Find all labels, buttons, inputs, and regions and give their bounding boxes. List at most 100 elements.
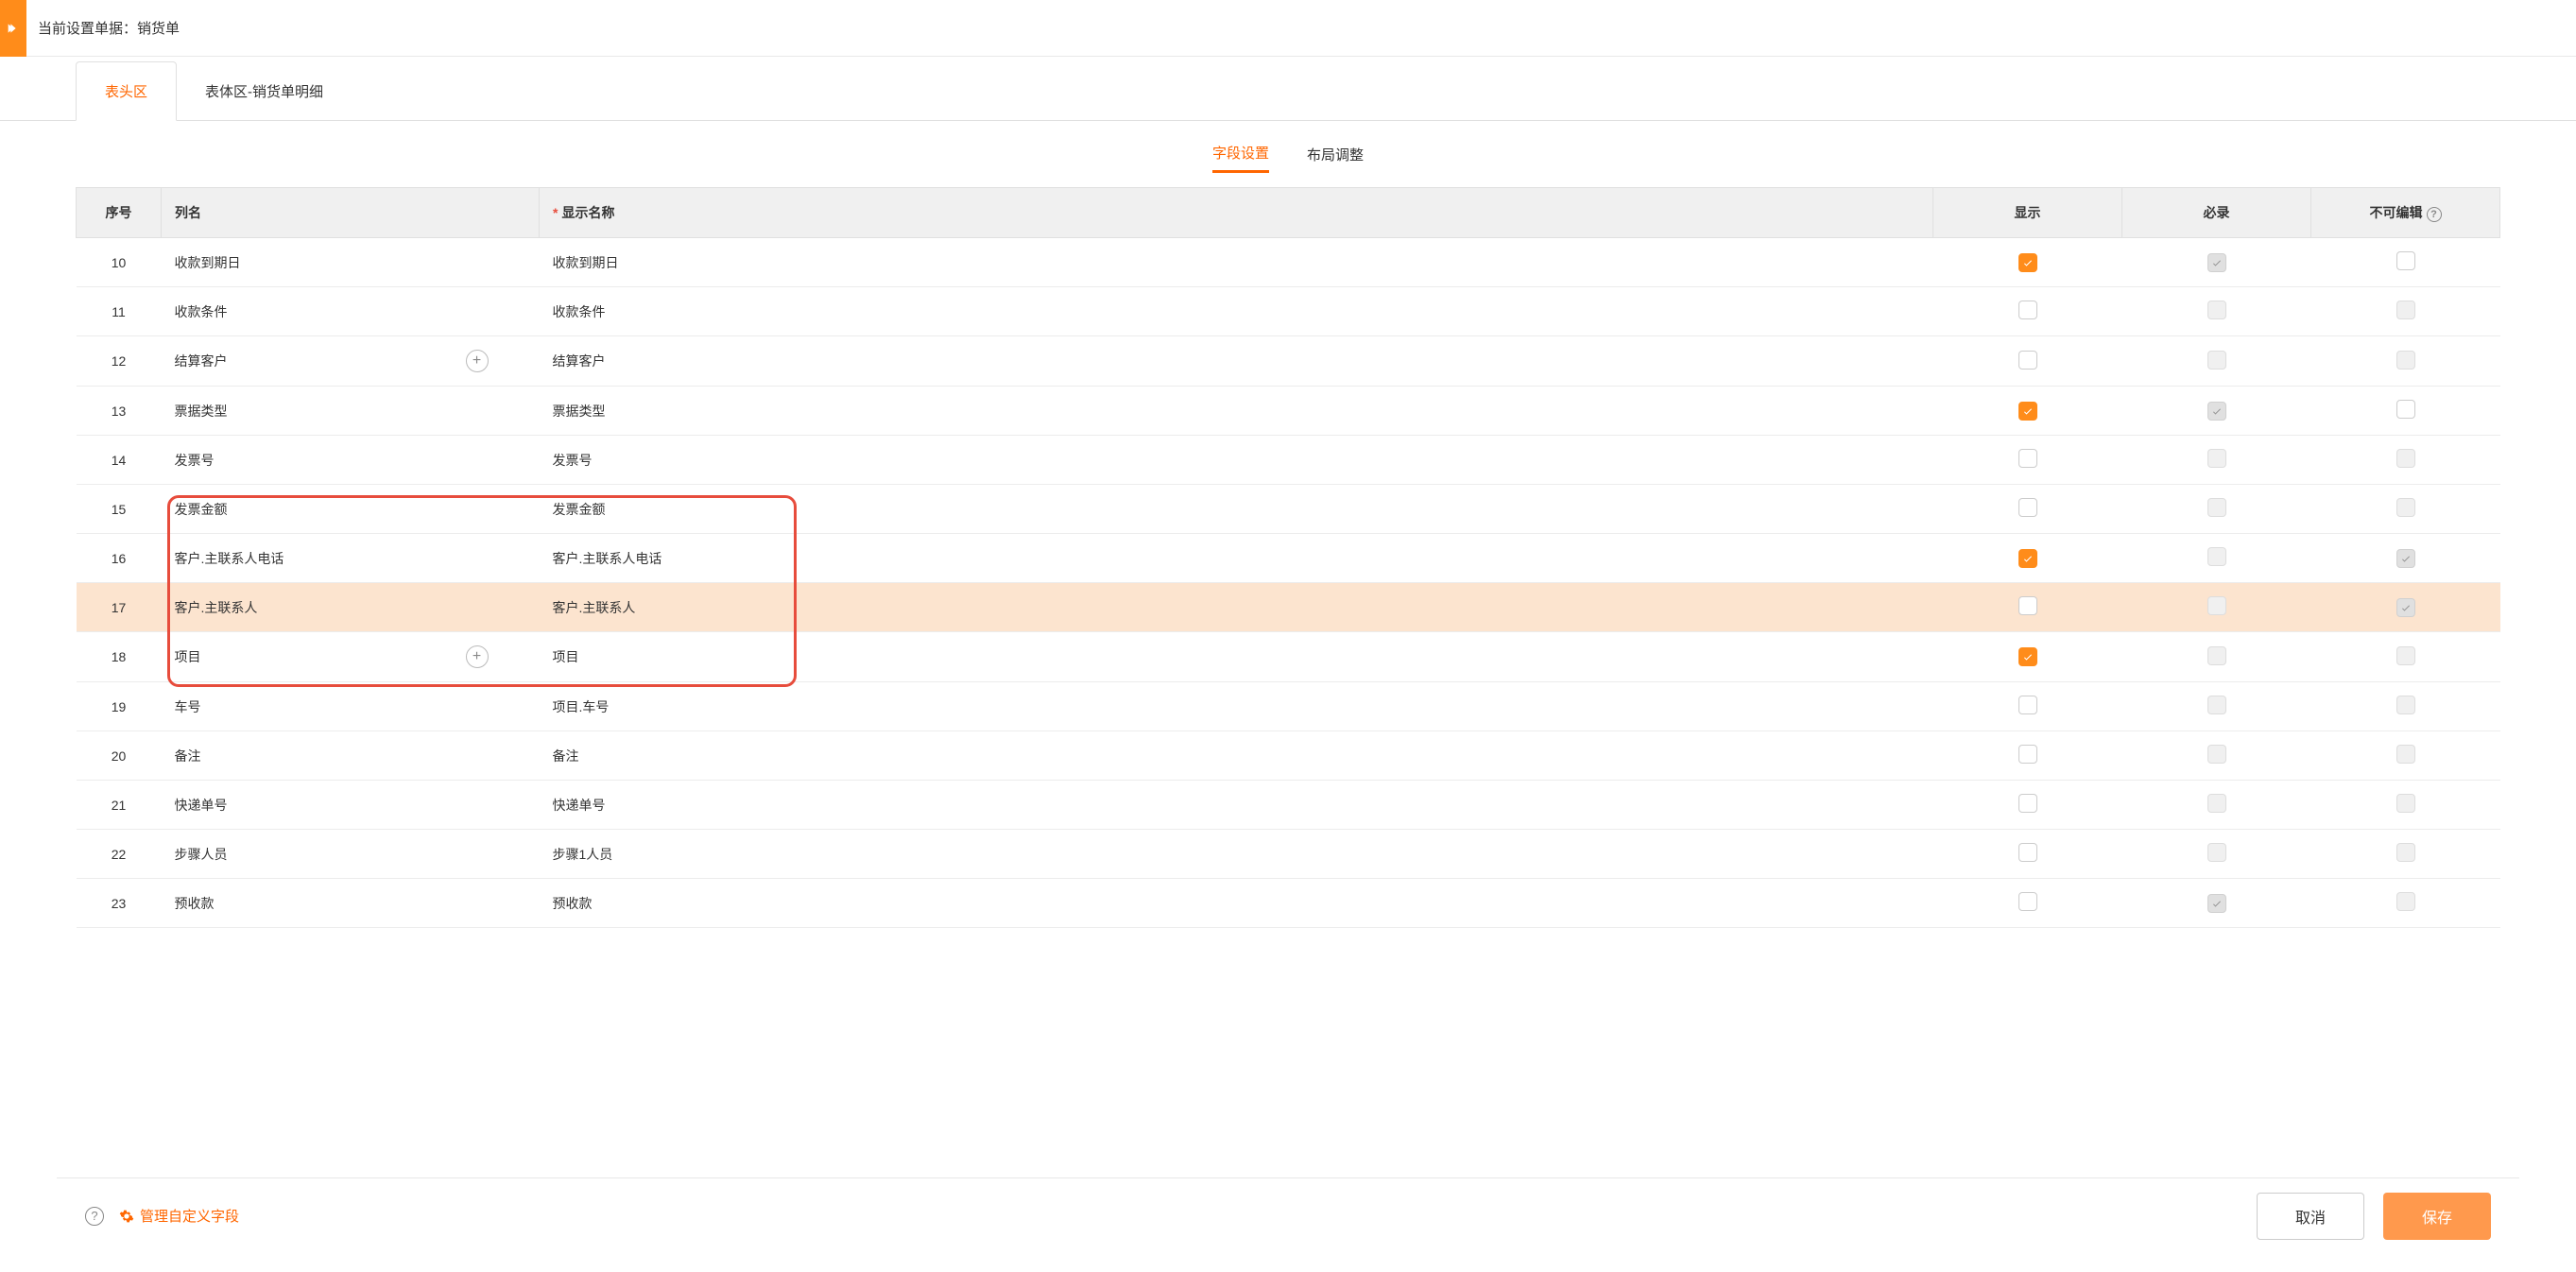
- show-checkbox[interactable]: [2018, 498, 2037, 517]
- cancel-button[interactable]: 取消: [2257, 1193, 2364, 1240]
- help-icon[interactable]: ?: [2427, 207, 2442, 222]
- cell-display-name[interactable]: 收款到期日: [540, 238, 1933, 287]
- cell-display-name[interactable]: 客户.主联系人: [540, 583, 1933, 632]
- show-checkbox[interactable]: [2018, 549, 2037, 568]
- cell-name: 车号: [162, 682, 540, 731]
- required-checkbox: [2207, 449, 2226, 468]
- cell-display-name[interactable]: 客户.主联系人电话: [540, 534, 1933, 583]
- required-checkbox: [2207, 843, 2226, 862]
- show-checkbox[interactable]: [2018, 745, 2037, 764]
- tab-body-area[interactable]: 表体区-销货单明细: [177, 62, 352, 120]
- manage-custom-fields-link[interactable]: 管理自定义字段: [119, 1206, 239, 1226]
- field-name-text: 发票号: [175, 451, 215, 470]
- field-table: 序号 列名 *显示名称 显示 必录 不可编辑? 10收款到期日收款到期日11收款…: [76, 187, 2500, 928]
- cell-display-name[interactable]: 项目: [540, 632, 1933, 682]
- table-row: 21 快递单号 快递单号: [77, 781, 2500, 830]
- show-checkbox[interactable]: [2018, 892, 2037, 911]
- expand-button[interactable]: +: [466, 645, 489, 668]
- field-table-wrapper: 序号 列名 *显示名称 显示 必录 不可编辑? 10收款到期日收款到期日11收款…: [0, 187, 2576, 928]
- cell-name: 客户.主联系人电话: [162, 534, 540, 583]
- show-checkbox[interactable]: [2018, 402, 2037, 421]
- required-checkbox: [2207, 301, 2226, 319]
- th-display: *显示名称: [540, 188, 1933, 238]
- cell-display-name[interactable]: 收款条件: [540, 287, 1933, 336]
- cell-display-name[interactable]: 发票金额: [540, 485, 1933, 534]
- cell-display-name[interactable]: 结算客户: [540, 336, 1933, 387]
- cell-show: [1933, 879, 2122, 928]
- show-checkbox[interactable]: [2018, 696, 2037, 714]
- tab-layout-adjust[interactable]: 布局调整: [1307, 137, 1364, 172]
- cell-name: 项目+: [162, 632, 540, 682]
- show-checkbox[interactable]: [2018, 449, 2037, 468]
- sub-tabs: 字段设置 布局调整: [0, 121, 2576, 187]
- save-button[interactable]: 保存: [2383, 1193, 2491, 1240]
- cell-show: [1933, 336, 2122, 387]
- cell-required: [2122, 731, 2311, 781]
- show-checkbox[interactable]: [2018, 647, 2037, 666]
- table-row: 23预收款预收款: [77, 879, 2500, 928]
- show-checkbox[interactable]: [2018, 596, 2037, 615]
- table-row: 13票据类型票据类型: [77, 387, 2500, 436]
- cell-display-name[interactable]: 快递单号: [540, 781, 1933, 830]
- tab-field-settings[interactable]: 字段设置: [1212, 135, 1269, 173]
- gear-icon: [119, 1209, 134, 1224]
- cell-readonly: [2311, 781, 2500, 830]
- cell-display-name[interactable]: 预收款: [540, 879, 1933, 928]
- required-star-icon: *: [553, 205, 558, 220]
- readonly-checkbox[interactable]: [2396, 251, 2415, 270]
- cell-index: 23: [77, 879, 162, 928]
- field-name-text: 车号: [175, 697, 201, 716]
- cell-display-name[interactable]: 项目.车号: [540, 682, 1933, 731]
- chevron-right-icon: [6, 21, 21, 36]
- cell-show: [1933, 387, 2122, 436]
- cell-readonly: [2311, 436, 2500, 485]
- cell-required: [2122, 287, 2311, 336]
- cell-display-name[interactable]: 发票号: [540, 436, 1933, 485]
- cell-show: [1933, 781, 2122, 830]
- th-display-text: 显示名称: [561, 205, 614, 220]
- show-checkbox[interactable]: [2018, 351, 2037, 370]
- required-checkbox: [2207, 253, 2226, 272]
- field-name-text: 快递单号: [175, 796, 228, 815]
- main-tabs: 表头区 表体区-销货单明细: [0, 57, 2576, 121]
- cell-index: 21: [77, 781, 162, 830]
- cell-name: 步骤人员: [162, 830, 540, 879]
- cell-index: 14: [77, 436, 162, 485]
- required-checkbox: [2207, 547, 2226, 566]
- table-row: 14 发票号 发票号: [77, 436, 2500, 485]
- cell-display-name[interactable]: 步骤1人员: [540, 830, 1933, 879]
- expand-button[interactable]: +: [466, 350, 489, 372]
- help-icon[interactable]: ?: [85, 1207, 104, 1226]
- show-checkbox[interactable]: [2018, 794, 2037, 813]
- page-root: 当前设置单据：销货单 表头区 表体区-销货单明细 字段设置 布局调整 序号 列名…: [0, 0, 2576, 1272]
- cell-show: [1933, 485, 2122, 534]
- cell-display-name[interactable]: 备注: [540, 731, 1933, 781]
- cell-required: [2122, 534, 2311, 583]
- tab-header-area[interactable]: 表头区: [76, 61, 177, 121]
- collapse-toggle-button[interactable]: [0, 0, 26, 57]
- cell-required: [2122, 387, 2311, 436]
- th-required: 必录: [2122, 188, 2311, 238]
- cell-show: [1933, 534, 2122, 583]
- cell-name: 发票金额: [162, 485, 540, 534]
- cell-show: [1933, 436, 2122, 485]
- show-checkbox[interactable]: [2018, 301, 2037, 319]
- table-row: 15发票金额发票金额: [77, 485, 2500, 534]
- th-readonly-text: 不可编辑: [2370, 205, 2423, 220]
- cell-required: [2122, 436, 2311, 485]
- field-name-text: 客户.主联系人: [175, 598, 258, 617]
- table-header-row: 序号 列名 *显示名称 显示 必录 不可编辑?: [77, 188, 2500, 238]
- field-name-text: 客户.主联系人电话: [175, 549, 284, 568]
- required-checkbox: [2207, 794, 2226, 813]
- cell-name: 备注: [162, 731, 540, 781]
- table-row: 11收款条件收款条件: [77, 287, 2500, 336]
- cell-display-name[interactable]: 票据类型: [540, 387, 1933, 436]
- cell-name: 客户.主联系人: [162, 583, 540, 632]
- readonly-checkbox[interactable]: [2396, 400, 2415, 419]
- footer-bar: ? 管理自定义字段 取消 保存: [57, 1177, 2519, 1253]
- show-checkbox[interactable]: [2018, 843, 2037, 862]
- cell-required: [2122, 879, 2311, 928]
- cell-name: 预收款: [162, 879, 540, 928]
- show-checkbox[interactable]: [2018, 253, 2037, 272]
- th-show: 显示: [1933, 188, 2122, 238]
